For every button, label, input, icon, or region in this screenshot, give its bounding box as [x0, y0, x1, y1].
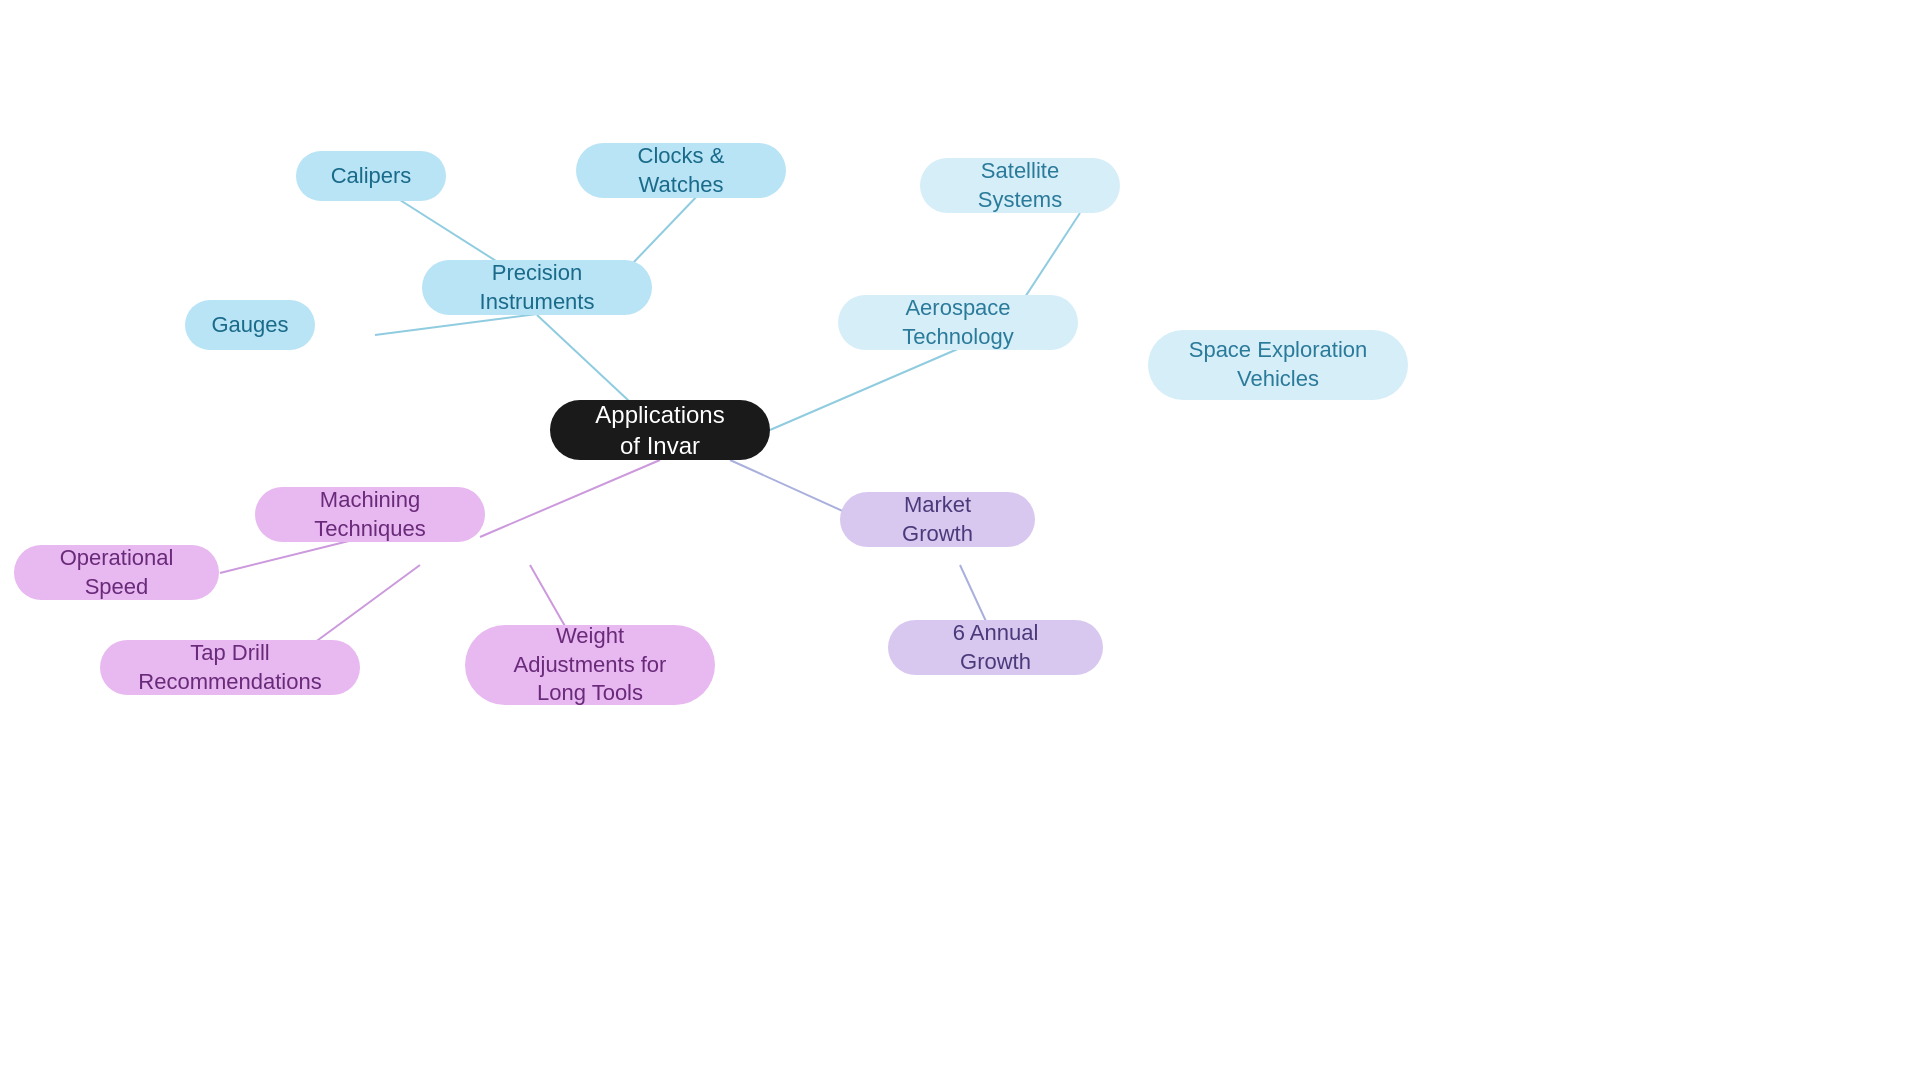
weight-adjustments-node: Weight Adjustments for Long Tools	[465, 625, 715, 705]
satellite-systems-node: Satellite Systems	[920, 158, 1120, 213]
clocks-watches-node: Clocks & Watches	[576, 143, 786, 198]
operational-speed-node: Operational Speed	[14, 545, 219, 600]
tap-drill-node: Tap Drill Recommendations	[100, 640, 360, 695]
annual-growth-node: 6 Annual Growth	[888, 620, 1103, 675]
gauges-node: Gauges	[185, 300, 315, 350]
svg-line-7	[480, 460, 660, 537]
market-growth-node: Market Growth	[840, 492, 1035, 547]
space-exploration-node: Space Exploration Vehicles	[1148, 330, 1408, 400]
precision-instruments-node: Precision Instruments	[422, 260, 652, 315]
calipers-node: Calipers	[296, 151, 446, 201]
aerospace-technology-node: Aerospace Technology	[838, 295, 1078, 350]
center-node: Applications of Invar	[550, 400, 770, 460]
machining-techniques-node: Machining Techniques	[255, 487, 485, 542]
svg-line-4	[770, 348, 960, 430]
svg-line-3	[375, 314, 537, 335]
